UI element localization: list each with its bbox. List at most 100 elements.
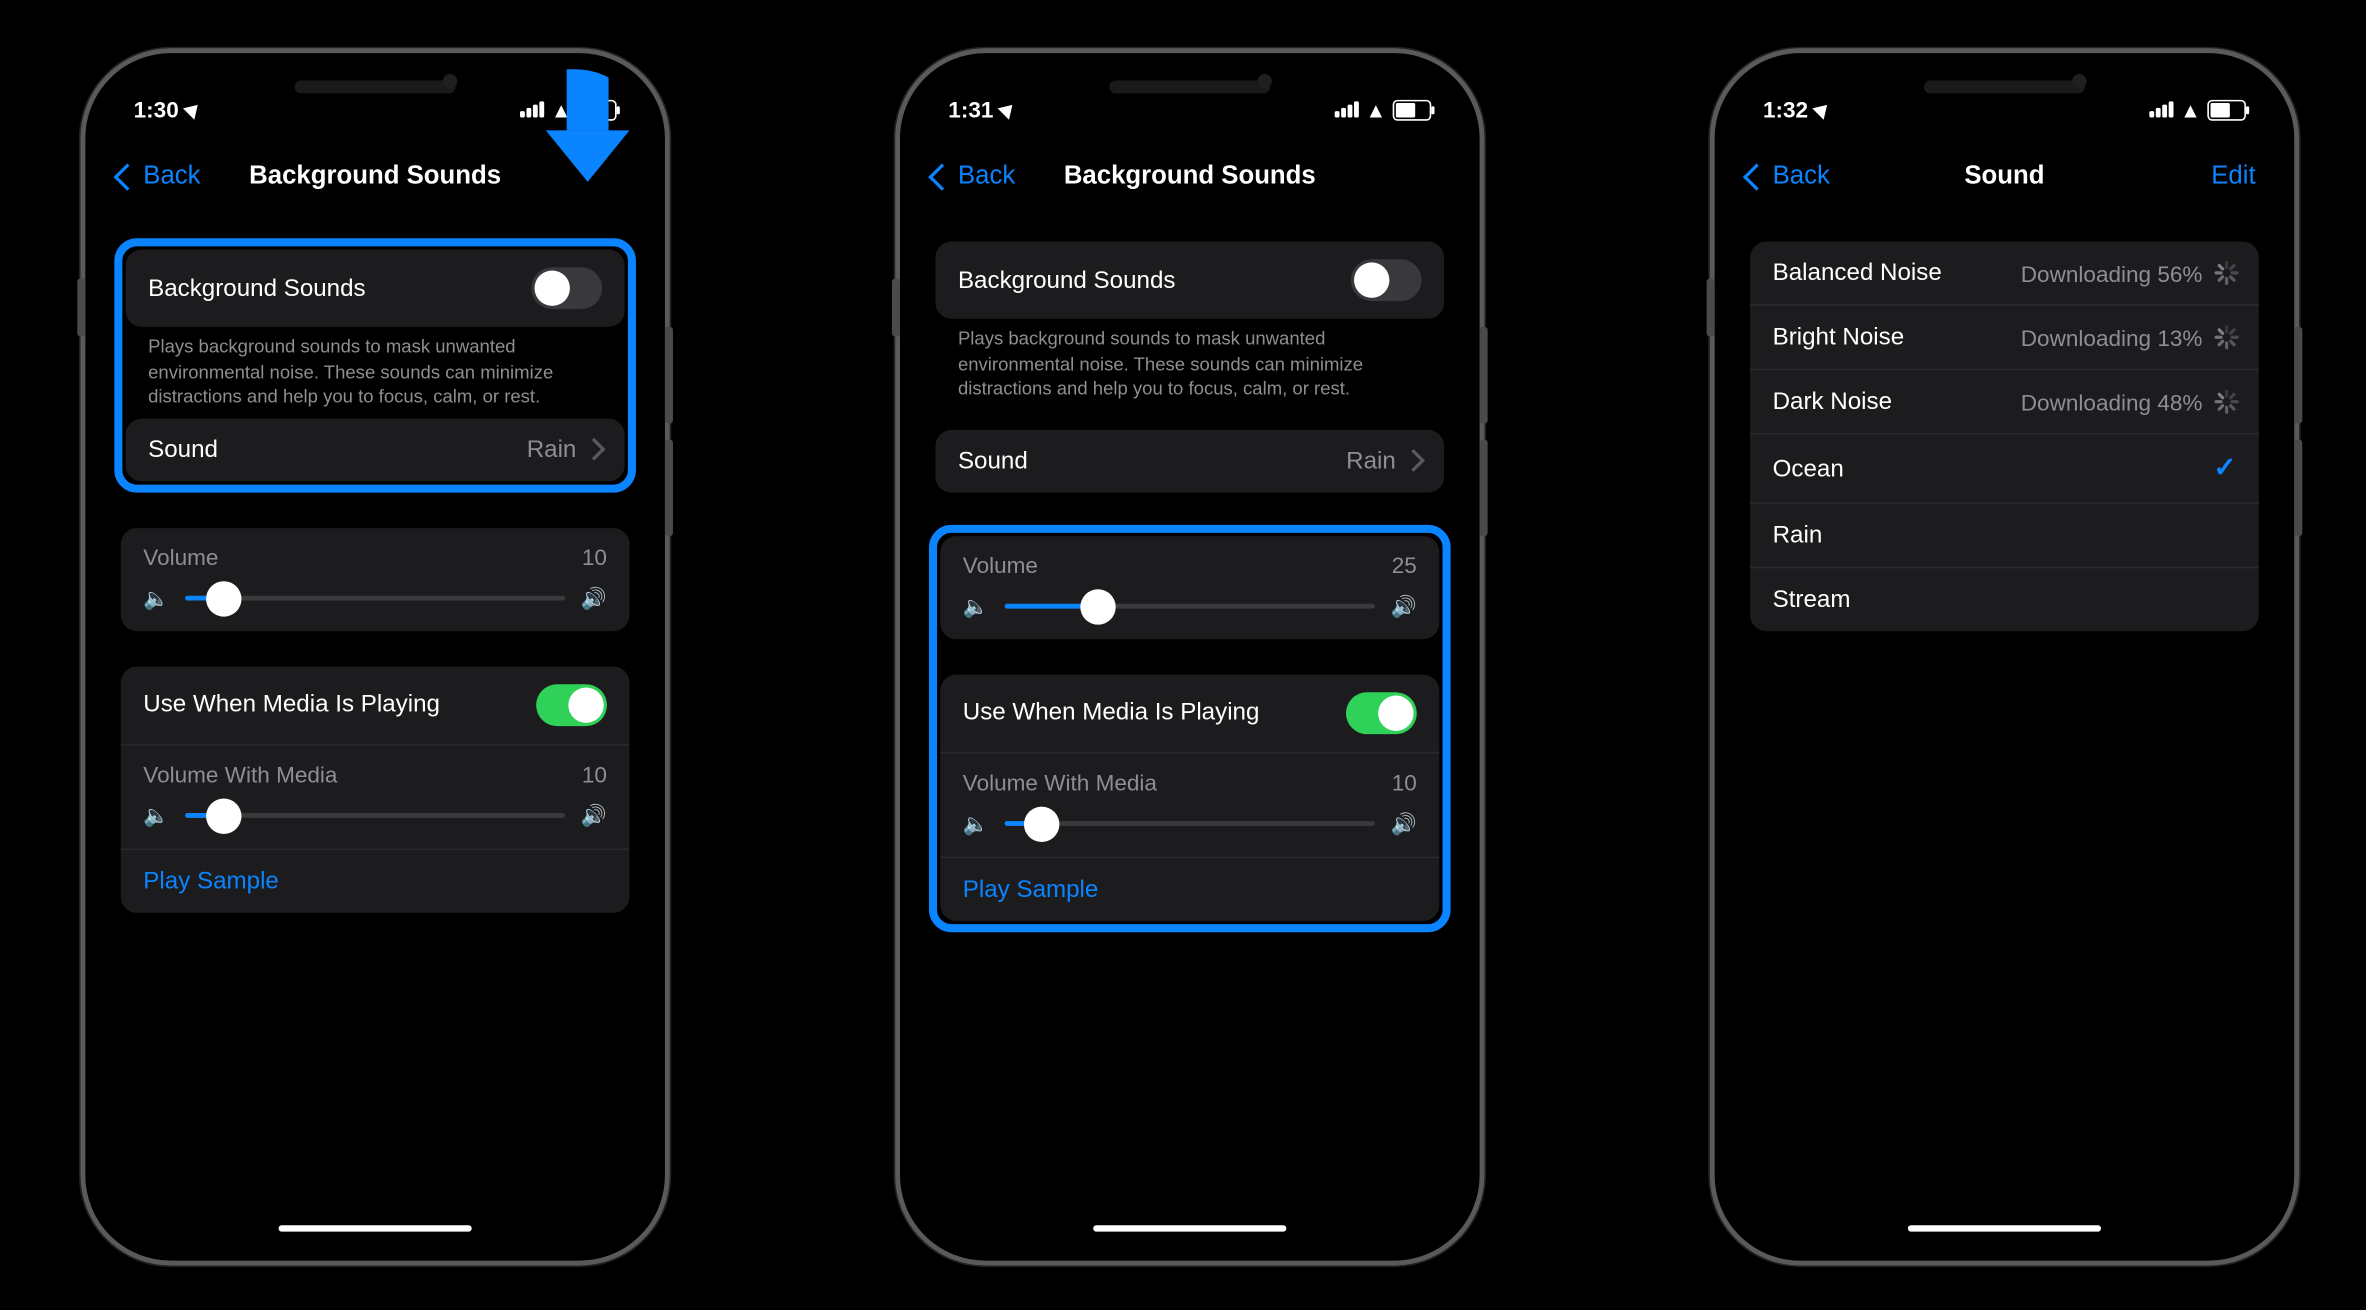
use-when-media-label: Use When Media Is Playing xyxy=(143,691,536,718)
download-status: Downloading 13% xyxy=(2021,324,2203,350)
navigation-bar: Back Background Sounds xyxy=(916,143,1463,211)
volume-label: Volume xyxy=(143,543,218,569)
background-sounds-description: Plays background sounds to mask unwanted… xyxy=(935,319,1444,410)
sound-option-row[interactable]: Ocean✓ xyxy=(1750,433,2259,502)
volume-label: Volume xyxy=(963,552,1038,578)
download-status: Downloading 48% xyxy=(2021,389,2203,415)
sound-label: Sound xyxy=(958,447,1346,474)
phone-2: 1:31 ▲ Back Background Sounds xyxy=(895,48,1484,1265)
volume-low-icon: 🔈 xyxy=(963,593,989,619)
loading-spinner-icon xyxy=(2212,390,2236,414)
sound-option-row[interactable]: Balanced NoiseDownloading 56% xyxy=(1750,242,2259,305)
wifi-icon: ▲ xyxy=(2180,97,2201,121)
volume-slider[interactable]: 🔈 🔊 xyxy=(143,585,607,611)
cellular-signal-icon xyxy=(1335,101,1359,117)
battery-icon xyxy=(2207,99,2246,120)
volume-high-icon: 🔊 xyxy=(581,585,607,611)
volume-card: Volume 10 🔈 🔊 xyxy=(121,527,630,630)
status-time: 1:31 xyxy=(948,97,993,123)
phone-3: 1:32 ▲ Back Sound Edit xyxy=(1710,48,2299,1265)
sound-row[interactable]: Sound Rain xyxy=(126,418,625,481)
wifi-icon: ▲ xyxy=(1365,97,1386,121)
cellular-signal-icon xyxy=(2150,101,2174,117)
use-when-media-row[interactable]: Use When Media Is Playing xyxy=(940,674,1439,751)
volume-high-icon: 🔊 xyxy=(1391,593,1417,619)
sound-option-row[interactable]: Bright NoiseDownloading 13% xyxy=(1750,304,2259,368)
front-camera xyxy=(443,74,457,88)
front-camera xyxy=(1257,74,1271,88)
background-sounds-toggle[interactable] xyxy=(531,267,602,309)
volume-with-media-slider[interactable]: 🔈 🔊 xyxy=(963,811,1417,837)
sound-option-label: Ocean xyxy=(1773,455,2214,482)
location-icon xyxy=(1812,99,1832,119)
sound-option-label: Rain xyxy=(1773,522,2237,549)
front-camera xyxy=(2072,74,2086,88)
volume-with-media-label: Volume With Media xyxy=(963,769,1157,795)
navigation-bar: Back Sound Edit xyxy=(1731,143,2278,211)
use-when-media-row[interactable]: Use When Media Is Playing xyxy=(121,666,630,743)
location-icon xyxy=(998,99,1018,119)
media-card: Use When Media Is Playing Volume With Me… xyxy=(940,674,1439,920)
background-sounds-label: Background Sounds xyxy=(148,275,531,302)
volume-value: 10 xyxy=(582,543,607,569)
background-sounds-toggle[interactable] xyxy=(1351,259,1422,301)
use-when-media-label: Use When Media Is Playing xyxy=(963,699,1346,726)
checkmark-icon: ✓ xyxy=(2213,452,2236,484)
sound-option-row[interactable]: Rain xyxy=(1750,502,2259,566)
volume-with-media-value: 10 xyxy=(582,761,607,787)
play-sample-button[interactable]: Play Sample xyxy=(121,848,630,912)
phone-1: 1:30 ▲ Back Background Sounds xyxy=(81,48,670,1265)
sound-option-row[interactable]: Dark NoiseDownloading 48% xyxy=(1750,369,2259,433)
sound-value: Rain xyxy=(527,436,577,463)
cellular-signal-icon xyxy=(520,101,544,117)
status-bar: 1:32 ▲ xyxy=(1731,92,2278,127)
loading-spinner-icon xyxy=(2212,261,2236,285)
sound-option-label: Stream xyxy=(1773,586,2237,613)
background-sounds-label: Background Sounds xyxy=(958,266,1351,293)
volume-with-media-slider[interactable]: 🔈 🔊 xyxy=(143,803,607,829)
annotation-arrow-icon xyxy=(546,69,630,182)
home-indicator[interactable] xyxy=(1908,1225,2101,1231)
use-when-media-toggle[interactable] xyxy=(1346,692,1417,734)
edit-button[interactable]: Edit xyxy=(2211,163,2255,192)
status-time: 1:32 xyxy=(1763,97,1808,123)
sound-option-row[interactable]: Stream xyxy=(1750,567,2259,631)
chevron-right-icon xyxy=(583,438,606,461)
chevron-right-icon xyxy=(1402,449,1425,472)
volume-low-icon: 🔈 xyxy=(963,811,989,837)
volume-low-icon: 🔈 xyxy=(143,585,169,611)
volume-high-icon: 🔊 xyxy=(1391,811,1417,837)
play-sample-button[interactable]: Play Sample xyxy=(940,856,1439,920)
volume-slider[interactable]: 🔈 🔊 xyxy=(963,593,1417,619)
sound-option-label: Dark Noise xyxy=(1773,388,2021,415)
download-status: Downloading 56% xyxy=(2021,260,2203,286)
background-sounds-description: Plays background sounds to mask unwanted… xyxy=(126,327,625,418)
page-title: Background Sounds xyxy=(916,163,1463,192)
volume-value: 25 xyxy=(1392,552,1417,578)
sound-option-label: Bright Noise xyxy=(1773,324,2021,351)
battery-icon xyxy=(1393,99,1432,120)
annotation-highlight-bottom: Volume 25 🔈 🔊 xyxy=(929,524,1451,931)
sound-row[interactable]: Sound Rain xyxy=(935,429,1444,492)
page-title: Sound xyxy=(1731,163,2278,192)
use-when-media-toggle[interactable] xyxy=(536,684,607,726)
location-icon xyxy=(183,99,203,119)
sound-list: Balanced NoiseDownloading 56%Bright Nois… xyxy=(1750,242,2259,632)
loading-spinner-icon xyxy=(2212,325,2236,349)
media-card: Use When Media Is Playing Volume With Me… xyxy=(121,666,630,912)
home-indicator[interactable] xyxy=(279,1225,472,1231)
status-time: 1:30 xyxy=(134,97,179,123)
sound-value: Rain xyxy=(1346,447,1396,474)
volume-with-media-value: 10 xyxy=(1392,769,1417,795)
volume-with-media-label: Volume With Media xyxy=(143,761,337,787)
background-sounds-toggle-row[interactable]: Background Sounds xyxy=(935,242,1444,319)
annotation-highlight-top: Background Sounds Plays background sound… xyxy=(114,238,636,492)
home-indicator[interactable] xyxy=(1093,1225,1286,1231)
volume-card: Volume 25 🔈 🔊 xyxy=(940,535,1439,638)
volume-high-icon: 🔊 xyxy=(581,803,607,829)
sound-option-label: Balanced Noise xyxy=(1773,259,2021,286)
background-sounds-toggle-row[interactable]: Background Sounds xyxy=(126,250,625,327)
sound-label: Sound xyxy=(148,436,527,463)
status-bar: 1:31 ▲ xyxy=(916,92,1463,127)
volume-low-icon: 🔈 xyxy=(143,803,169,829)
